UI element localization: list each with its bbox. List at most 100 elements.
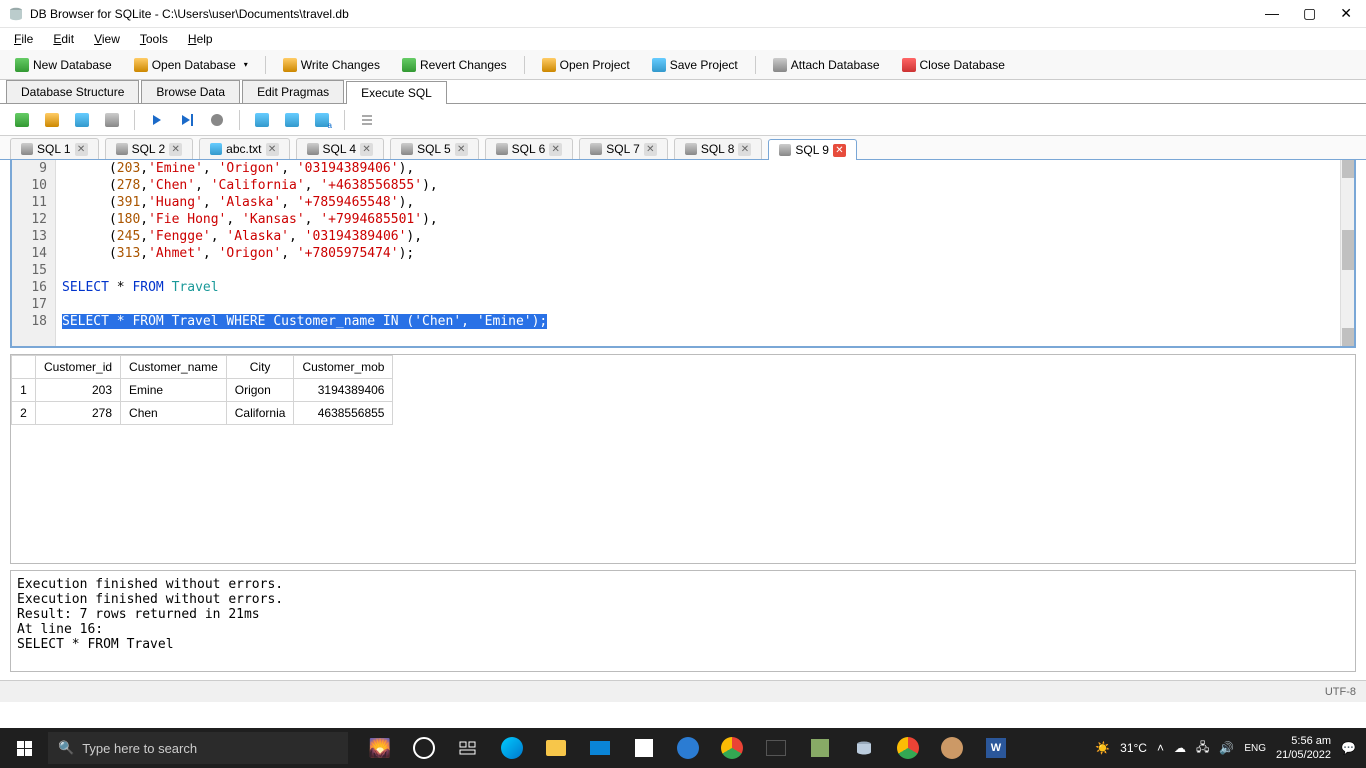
close-tab-icon[interactable]: ✕ (644, 143, 657, 156)
close-tab-icon[interactable]: ✕ (455, 143, 468, 156)
print-icon[interactable] (100, 108, 124, 132)
write-changes-button[interactable]: Write Changes (274, 54, 389, 76)
menu-view[interactable]: View (86, 30, 128, 48)
taskbar-store-icon[interactable] (624, 728, 664, 768)
taskbar-terminal-icon[interactable] (756, 728, 796, 768)
taskbar-edge-icon[interactable] (492, 728, 532, 768)
menu-tools[interactable]: Tools (132, 30, 176, 48)
results-pane: Customer_idCustomer_nameCityCustomer_mob… (10, 354, 1356, 564)
sql-tab[interactable]: SQL 5 ✕ (390, 138, 479, 159)
main-toolbar: New Database Open Database▾ Write Change… (0, 50, 1366, 80)
sql-tab[interactable]: SQL 7✕ (579, 138, 668, 159)
column-header[interactable]: Customer_id (36, 356, 121, 379)
sql-tab[interactable]: SQL 8✕ (674, 138, 763, 159)
taskbar-paint-icon[interactable] (932, 728, 972, 768)
execution-log[interactable]: Execution finished without errors. Execu… (10, 570, 1356, 672)
encoding-indicator: UTF-8 (1325, 686, 1356, 698)
sql-tab[interactable]: SQL 6✕ (485, 138, 574, 159)
minimize-button[interactable]: — (1265, 5, 1279, 22)
taskbar-word-icon[interactable]: W (976, 728, 1016, 768)
sql-editor[interactable]: 9101112131415161718 (203,'Emine', 'Origo… (10, 160, 1356, 348)
tray-network-icon[interactable]: 🖧 (1196, 738, 1209, 759)
save-sql-icon[interactable] (70, 108, 94, 132)
execute-all-button[interactable] (145, 108, 169, 132)
taskbar-taskview-icon[interactable] (448, 728, 488, 768)
taskbar-cortana-icon[interactable] (404, 728, 444, 768)
temperature[interactable]: 31°C (1120, 741, 1147, 755)
taskbar-news-icon[interactable]: 🌄 (360, 728, 400, 768)
sql-tab-label: SQL 5 (417, 142, 451, 156)
tray-language-icon[interactable]: ENG (1244, 743, 1266, 754)
taskbar-chrome-icon[interactable] (712, 728, 752, 768)
editor-scrollbar[interactable] (1340, 160, 1354, 346)
sql-tab-label: SQL 9 (795, 143, 829, 157)
database-icon (307, 143, 319, 155)
taskbar-explorer-icon[interactable] (536, 728, 576, 768)
table-row[interactable]: 1203EmineOrigon3194389406 (12, 379, 393, 402)
sql-tab-label: SQL 1 (37, 142, 71, 156)
taskbar-chrome2-icon[interactable] (888, 728, 928, 768)
maximize-button[interactable]: ▢ (1303, 5, 1316, 22)
taskbar-search[interactable]: 🔍 Type here to search (48, 732, 348, 764)
tab-edit-pragmas[interactable]: Edit Pragmas (242, 80, 344, 103)
tray-chevron-icon[interactable]: ˄ (1157, 741, 1164, 755)
sql-tab[interactable]: SQL 2✕ (105, 138, 194, 159)
save-results-icon[interactable] (250, 108, 274, 132)
taskbar-clock[interactable]: 5:56 am 21/05/2022 (1276, 734, 1331, 762)
sql-tab[interactable]: SQL 1 ✕ (10, 138, 99, 159)
tab-database-structure[interactable]: Database Structure (6, 80, 139, 103)
main-tabs: Database Structure Browse Data Edit Prag… (0, 80, 1366, 104)
close-tab-icon[interactable]: ✕ (738, 143, 751, 156)
taskbar-todo-icon[interactable] (668, 728, 708, 768)
close-tab-icon[interactable]: ✕ (266, 143, 279, 156)
taskbar-notes-icon[interactable] (800, 728, 840, 768)
sql-tabs: SQL 1✕SQL 2✕abc.txt✕SQL 4✕SQL 5✕SQL 6✕SQ… (0, 136, 1366, 160)
results-table[interactable]: Customer_idCustomer_nameCityCustomer_mob… (11, 355, 393, 425)
close-database-button[interactable]: Close Database (893, 54, 1014, 76)
execute-line-button[interactable] (175, 108, 199, 132)
menu-help[interactable]: Help (180, 30, 221, 48)
indent-icon[interactable] (355, 108, 379, 132)
sql-tab[interactable]: SQL 9 ✕ (768, 139, 857, 160)
open-database-button[interactable]: Open Database▾ (125, 54, 257, 76)
sql-tab[interactable]: SQL 4✕ (296, 138, 385, 159)
notifications-icon[interactable]: 💬 (1341, 741, 1356, 755)
tray-volume-icon[interactable]: 🔊 (1219, 741, 1234, 755)
sql-tab-label: SQL 6 (512, 142, 546, 156)
revert-changes-button[interactable]: Revert Changes (393, 54, 516, 76)
new-database-button[interactable]: New Database (6, 54, 121, 76)
column-header[interactable]: Customer_name (121, 356, 227, 379)
save-project-button[interactable]: Save Project (643, 54, 747, 76)
tray-onedrive-icon[interactable]: ☁ (1174, 741, 1186, 755)
stop-button[interactable] (205, 108, 229, 132)
menu-file[interactable]: File (6, 30, 41, 48)
open-sql-icon[interactable] (40, 108, 64, 132)
sql-tab-label: SQL 2 (132, 142, 166, 156)
close-tab-icon[interactable]: ✕ (360, 143, 373, 156)
start-button[interactable] (0, 728, 48, 768)
database-icon (590, 143, 602, 155)
open-project-button[interactable]: Open Project (533, 54, 639, 76)
close-tab-icon[interactable]: ✕ (833, 144, 846, 157)
new-tab-icon[interactable] (10, 108, 34, 132)
find-replace-icon[interactable]: a (310, 108, 334, 132)
close-window-button[interactable]: ✕ (1340, 5, 1352, 22)
column-header[interactable]: City (226, 356, 294, 379)
tab-execute-sql[interactable]: Execute SQL (346, 81, 447, 104)
attach-database-button[interactable]: Attach Database (764, 54, 889, 76)
column-header[interactable]: Customer_mob (294, 356, 393, 379)
find-icon[interactable] (280, 108, 304, 132)
close-tab-icon[interactable]: ✕ (549, 143, 562, 156)
table-row[interactable]: 2278ChenCalifornia4638556855 (12, 402, 393, 425)
close-tab-icon[interactable]: ✕ (75, 143, 88, 156)
search-placeholder: Type here to search (82, 741, 197, 756)
menu-edit[interactable]: Edit (45, 30, 82, 48)
sql-toolbar: a (0, 104, 1366, 136)
taskbar-sqlite-icon[interactable] (844, 728, 884, 768)
database-icon (779, 144, 791, 156)
taskbar-mail-icon[interactable] (580, 728, 620, 768)
weather-icon[interactable]: ☀️ (1095, 741, 1110, 755)
sql-tab[interactable]: abc.txt✕ (199, 138, 289, 159)
close-tab-icon[interactable]: ✕ (169, 143, 182, 156)
tab-browse-data[interactable]: Browse Data (141, 80, 240, 103)
